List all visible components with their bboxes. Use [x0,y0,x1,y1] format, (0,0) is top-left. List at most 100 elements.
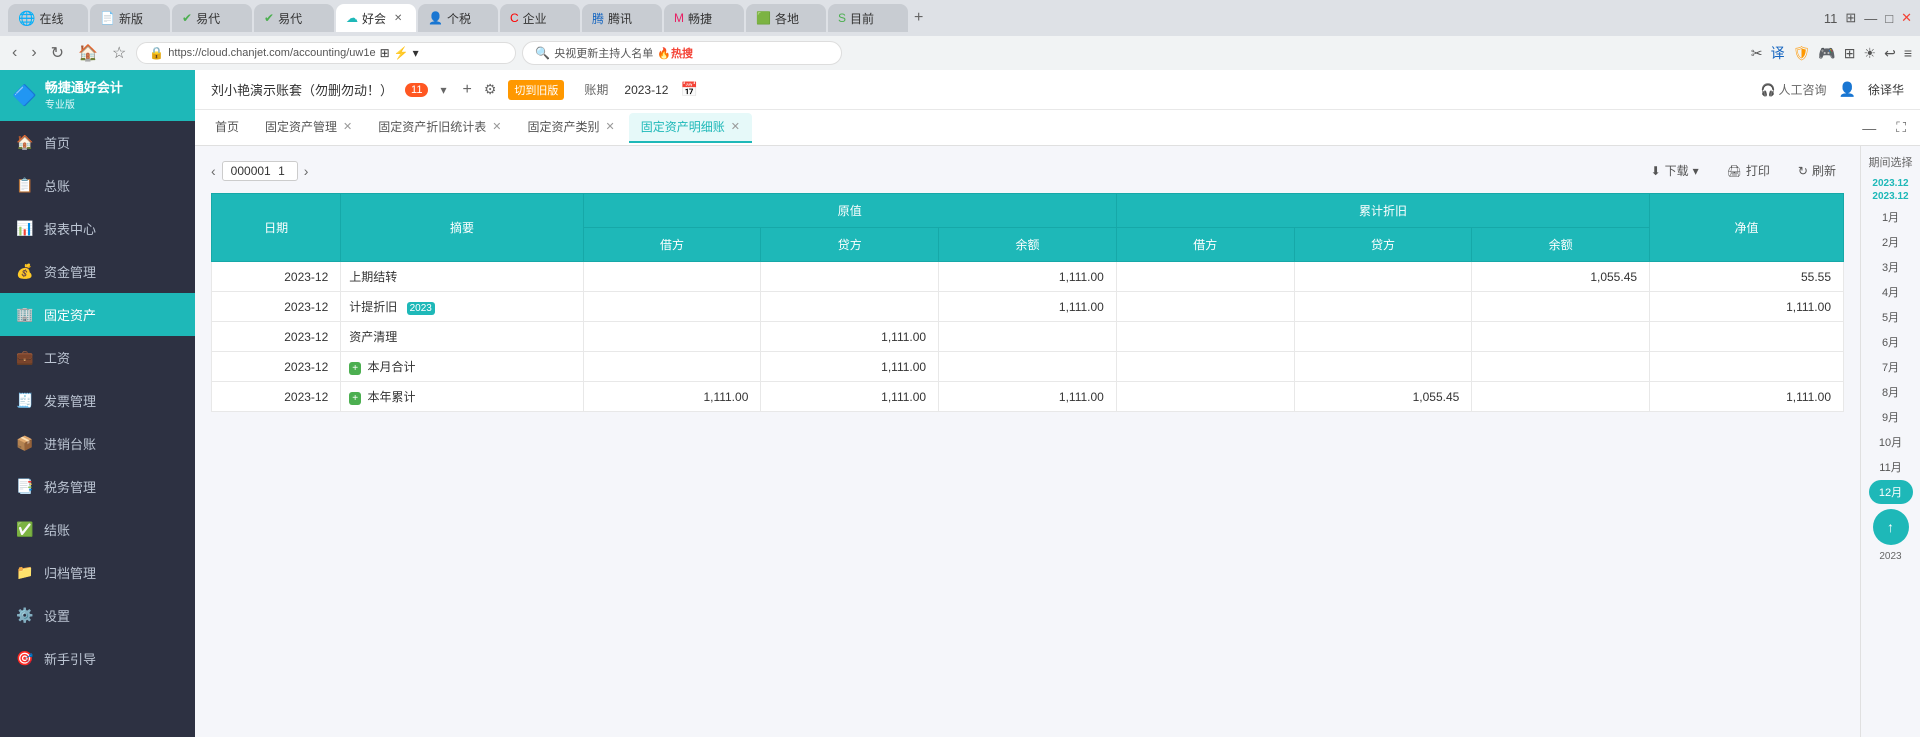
browser-tab-close[interactable]: ✕ [394,13,402,24]
game-icon[interactable]: 🎮 [1818,45,1835,62]
help-button[interactable]: ↑ [1873,509,1909,545]
tab-depreciation-stats[interactable]: 固定资产折旧统计表 ✕ [366,113,513,143]
cell-dep-debit [1116,262,1294,292]
month-item-10[interactable]: 10月 [1869,430,1913,454]
sidebar-item-funds[interactable]: 💰 资金管理 [0,250,195,293]
browser-tab-changjie[interactable]: M 畅捷 [664,4,744,32]
scissors-icon[interactable]: ✂ [1751,45,1763,62]
sidebar-item-close[interactable]: ✅ 结账 [0,508,195,551]
download-dropdown-icon[interactable]: ▾ [1693,164,1699,178]
tab-asset-detail-ledger[interactable]: 固定资产明细账 ✕ [629,113,752,143]
cell-orig-credit: 1,111.00 [761,322,939,352]
sidebar-item-settings[interactable]: ⚙️ 设置 [0,594,195,637]
history-icon[interactable]: ↩ [1884,45,1896,62]
download-button[interactable]: ⬇ 下载 ▾ [1643,158,1707,183]
month-item-1[interactable]: 1月 [1869,205,1913,229]
tab-close-3[interactable]: ✕ [606,120,615,133]
browser-tab-tencent[interactable]: 腾 腾讯 [582,4,662,32]
sidebar-item-tax[interactable]: 📑 税务管理 [0,465,195,508]
sidebar-item-purchase-sale[interactable]: 📦 进销台账 [0,422,195,465]
tab-close-1[interactable]: ✕ [343,120,352,133]
sidebar-item-home[interactable]: 🏠 首页 [0,121,195,164]
page-next-button[interactable]: › [304,163,309,179]
switch-version-button[interactable]: 切到旧版 [508,80,564,100]
maximize-window-button[interactable]: □ [1885,11,1893,26]
toolbar-row: ‹ 000001 1 › ⬇ 下载 ▾ [211,158,1844,183]
sidebar-item-guide[interactable]: 🎯 新手引导 [0,637,195,680]
reload-button[interactable]: ↻ [47,39,68,67]
customer-service-button[interactable]: 🎧 人工咨询 [1761,81,1827,98]
tab-close-4[interactable]: ✕ [731,120,740,133]
table-row[interactable]: 2023-12 计提折旧 2023 1,111.00 1,111.00 [212,292,1844,322]
sun-icon[interactable]: ☀ [1864,45,1877,62]
close-books-icon: ✅ [16,521,34,538]
browser-tab-qiye[interactable]: C 企业 [500,4,580,32]
url-dropdown-icon[interactable]: ▾ [413,46,419,60]
browser-tab-yidai2[interactable]: ✔ 易代 [254,4,334,32]
tab-asset-category[interactable]: 固定资产类别 ✕ [515,113,626,143]
browser-tab-muqian[interactable]: S 目前 [828,4,908,32]
month-item-6[interactable]: 6月 [1869,330,1913,354]
user-avatar[interactable]: 👤 [1839,81,1856,98]
table-row[interactable]: 2023-12 上期结转 1,111.00 1,055.45 55.55 [212,262,1844,292]
th-original-value: 原值 [583,194,1116,228]
month-item-5[interactable]: 5月 [1869,305,1913,329]
menu-icon[interactable]: ≡ [1904,45,1912,61]
search-bar[interactable]: 🔍 央视更新主持人名单 🔥热搜 [522,41,842,65]
tab-home[interactable]: 首页 [203,113,251,143]
month-item-8[interactable]: 8月 [1869,380,1913,404]
minimize-window-button[interactable]: — [1864,11,1877,26]
th-net-value: 净值 [1650,194,1844,262]
month-item-9[interactable]: 9月 [1869,405,1913,429]
page-prev-button[interactable]: ‹ [211,163,216,179]
browser-tab-gedi[interactable]: 🟩 各地 [746,4,826,32]
translate-icon[interactable]: 译 [1771,43,1785,63]
grid-icon[interactable]: ⊞ [1844,45,1856,62]
expand-tab-button[interactable]: ⛶ [1890,117,1912,138]
minimize-button[interactable]: 11 [1824,11,1838,26]
refresh-button[interactable]: ↻ 刷新 [1790,158,1844,183]
cell-summary: + 本月合计 [341,352,583,382]
browser-tab-haohui[interactable]: ☁ 好会 ✕ [336,4,416,32]
sidebar-item-ledger[interactable]: 📋 总账 [0,164,195,207]
extension-icon[interactable]: 🛡 [1793,45,1811,62]
month-item-7[interactable]: 7月 [1869,355,1913,379]
new-tab-button[interactable]: + [914,9,923,27]
browser-tab-online[interactable]: 🌐 在线 [8,4,88,32]
browser-tab-new[interactable]: 📄 新版 [90,4,170,32]
close-window-button[interactable]: ✕ [1901,10,1912,26]
browser-tab-geshui[interactable]: 👤 个税 [418,4,498,32]
browser-tab-yidai1[interactable]: ✔ 易代 [172,4,252,32]
tab-menu-button[interactable]: ⊞ [1845,10,1856,26]
month-item-11[interactable]: 11月 [1869,455,1913,479]
print-button[interactable]: 🖨 打印 [1719,158,1778,183]
sidebar-item-archive[interactable]: 📁 归档管理 [0,551,195,594]
month-item-4[interactable]: 4月 [1869,280,1913,304]
month-item-2[interactable]: 2月 [1869,230,1913,254]
tab-close-2[interactable]: ✕ [492,120,501,133]
th-dep-debit: 借方 [1116,228,1294,262]
url-bar[interactable]: 🔒 https://cloud.chanjet.com/accounting/u… [136,42,516,64]
invoice-icon: 🧾 [16,392,34,409]
tab-fixed-asset-management[interactable]: 固定资产管理 ✕ [253,113,364,143]
sidebar-item-fixed-assets[interactable]: 🏢 固定资产 [0,293,195,336]
month-item-3[interactable]: 3月 [1869,255,1913,279]
sidebar-item-reports[interactable]: 📊 报表中心 [0,207,195,250]
back-button[interactable]: ‹ [8,40,21,66]
table-row[interactable]: 2023-12 资产清理 1,111.00 [212,322,1844,352]
add-account-button[interactable]: + [462,81,471,99]
dropdown-icon[interactable]: ▾ [440,83,446,97]
feedback-button[interactable]: 2023 [1879,551,1901,562]
content-area: ‹ 000001 1 › ⬇ 下载 ▾ [195,146,1920,737]
sidebar-item-salary[interactable]: 💼 工资 [0,336,195,379]
table-row[interactable]: 2023-12 + 本年累计 1,111.00 1,111.00 1,111.0… [212,382,1844,412]
forward-button[interactable]: › [27,40,40,66]
calendar-icon[interactable]: 📅 [680,81,697,98]
settings-mini-button[interactable]: ⚙ [484,81,497,98]
minimize-tab-button[interactable]: — [1856,118,1882,138]
bookmark-button[interactable]: ☆ [108,39,130,67]
table-row[interactable]: 2023-12 + 本月合计 1,111.00 [212,352,1844,382]
month-item-12[interactable]: 12月 [1869,480,1913,504]
sidebar-item-invoice[interactable]: 🧾 发票管理 [0,379,195,422]
home-button[interactable]: 🏠 [74,39,102,67]
